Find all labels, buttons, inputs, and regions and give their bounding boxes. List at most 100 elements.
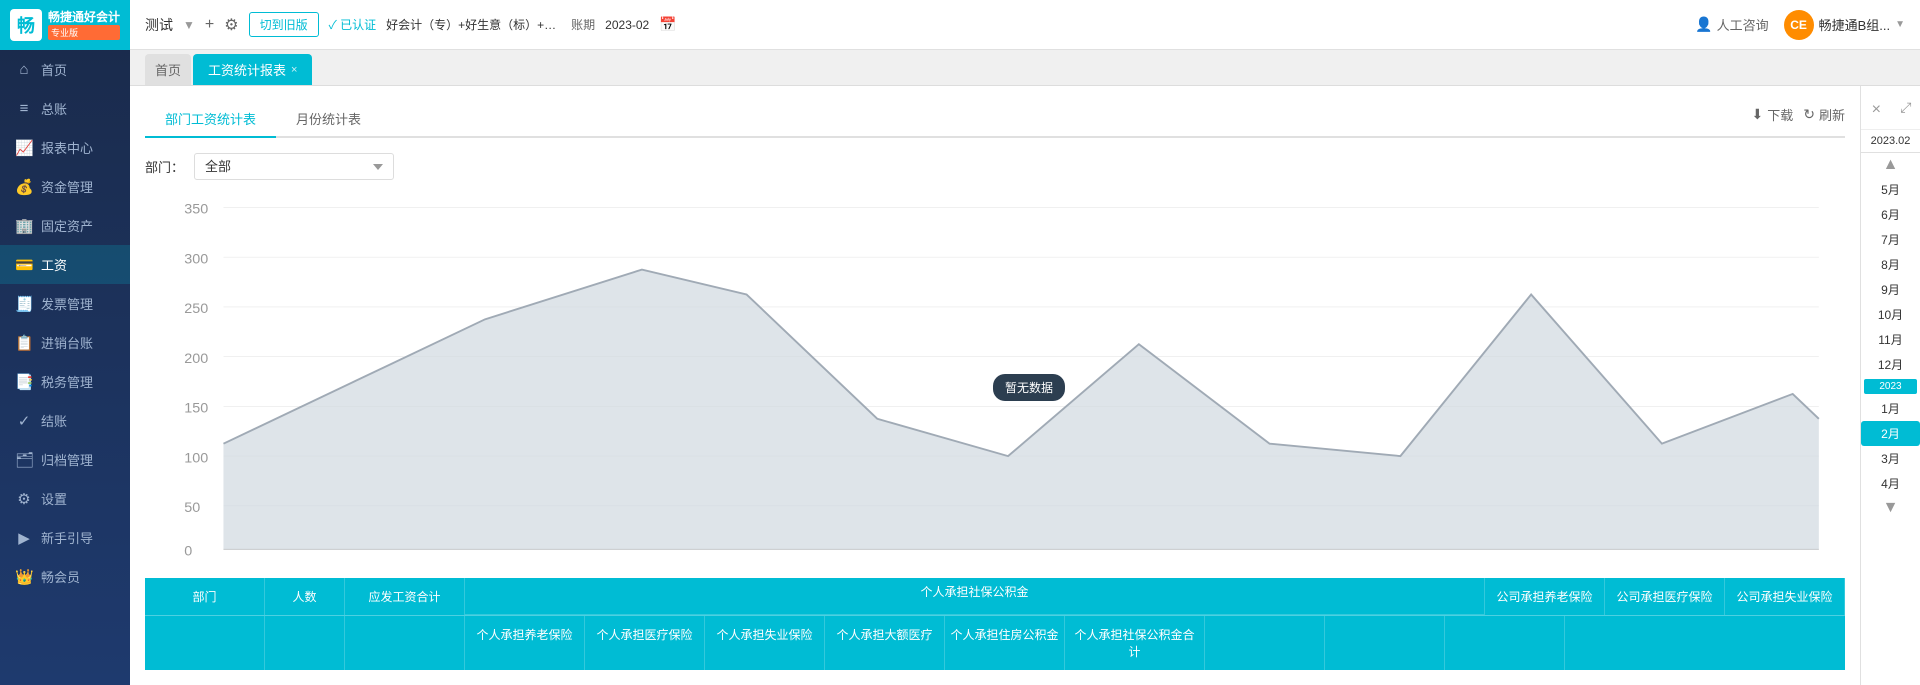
sidebar-label-fund: 资金管理 xyxy=(41,177,93,196)
dept-filter-select[interactable]: 全部 部门1 部门2 xyxy=(194,153,394,180)
panel-nav-down-button[interactable]: ▼ xyxy=(1861,496,1920,520)
panel-month-1[interactable]: 1月 xyxy=(1861,396,1920,421)
sidebar-item-archive[interactable]: 🗂 归档管理 xyxy=(0,440,130,479)
period-value: 2023-02 xyxy=(605,18,649,32)
user-initials: CE xyxy=(1790,18,1807,32)
panel-month-7[interactable]: 7月 xyxy=(1861,227,1920,252)
panel-nav-up-button[interactable]: ▲ xyxy=(1861,153,1920,177)
sidebar-item-member[interactable]: 👑 畅会员 xyxy=(0,557,130,596)
sidebar-label-asset: 固定资产 xyxy=(41,216,93,235)
panel-current-date: 2023.02 xyxy=(1861,130,1920,153)
topbar-right: 👤 人工咨询 CE 畅捷通B组... ▼ xyxy=(1695,10,1905,40)
switch-version-button[interactable]: 切到旧版 xyxy=(249,12,319,37)
sidebar-label-guide: 新手引导 xyxy=(41,528,93,547)
ai-help-icon: 👤 xyxy=(1695,16,1712,33)
tax-icon: 📑 xyxy=(15,373,33,391)
svg-text:250: 250 xyxy=(184,300,208,316)
panel-month-12[interactable]: 12月 xyxy=(1861,352,1920,377)
member-icon: 👑 xyxy=(15,568,33,586)
download-button[interactable]: ⬇ 下载 xyxy=(1752,105,1794,124)
tab-salary-label: 工资统计报表 xyxy=(208,60,286,79)
sidebar-item-asset[interactable]: 🏢 固定资产 xyxy=(0,206,130,245)
th-company-unemploy: 公司承担失业保险 xyxy=(1725,578,1845,615)
app-logo: 畅 畅捷通好会计 专业版 xyxy=(0,0,130,50)
add-button[interactable]: + xyxy=(205,16,214,34)
filter-row: 部门： 全部 部门1 部门2 xyxy=(145,153,1845,180)
panel-month-2[interactable]: 2月 xyxy=(1861,421,1920,446)
ai-help-button[interactable]: 👤 人工咨询 xyxy=(1695,15,1768,34)
right-panel: × ⤢ 2023.02 ▲ 5月 6月 7月 8月 9月 10月 11月 12月… xyxy=(1860,86,1920,685)
sidebar-label-archive: 归档管理 xyxy=(41,450,93,469)
th-dept2 xyxy=(145,616,265,670)
sidebar-item-sales[interactable]: 📋 进销台账 xyxy=(0,323,130,362)
panel-month-3[interactable]: 3月 xyxy=(1861,446,1920,471)
user-avatar: CE xyxy=(1784,10,1814,40)
tab-close-icon[interactable]: × xyxy=(291,64,297,76)
sidebar-label-checkout: 结账 xyxy=(41,411,67,430)
calendar-icon[interactable]: 📅 xyxy=(659,16,676,33)
sidebar-label-salary: 工资 xyxy=(41,255,67,274)
sidebar-item-checkout[interactable]: ✓ 结账 xyxy=(0,401,130,440)
panel-month-4[interactable]: 4月 xyxy=(1861,471,1920,496)
tabbar: 首页 工资统计报表 × xyxy=(130,50,1920,86)
svg-text:350: 350 xyxy=(184,201,208,217)
panel-close-button[interactable]: × xyxy=(1861,96,1892,124)
th-personal-total: 个人承担社保公积金合计 xyxy=(1065,616,1205,670)
th-group-personal: 个人承担社保公积金 xyxy=(465,578,1485,615)
settings-gear-button[interactable]: ⚙ xyxy=(224,15,238,35)
period-label: 账期 xyxy=(571,16,595,33)
th-dept: 部门 xyxy=(145,578,265,615)
sidebar-item-tax[interactable]: 📑 税务管理 xyxy=(0,362,130,401)
sidebar-item-home[interactable]: ⌂ 首页 xyxy=(0,50,130,89)
th-personal-unemploy: 个人承担失业保险 xyxy=(705,616,825,670)
sidebar-item-guide[interactable]: ▶ 新手引导 xyxy=(0,518,130,557)
sidebar-label-home: 首页 xyxy=(41,60,67,79)
refresh-label: 刷新 xyxy=(1819,105,1845,124)
report-icon: 📈 xyxy=(15,139,33,157)
panel-month-6[interactable]: 6月 xyxy=(1861,202,1920,227)
sidebar-item-salary[interactable]: 💳 工资 xyxy=(0,245,130,284)
th-count: 人数 xyxy=(265,578,345,615)
content-inner: 部门工资统计表 月份统计表 ⬇ 下载 ↻ 刷新 xyxy=(130,86,1860,685)
sidebar-item-report[interactable]: 📈 报表中心 xyxy=(0,128,130,167)
data-table: 部门 人数 应发工资合计 个人承担社保公积金 公司承担养老保险 公司承担医疗保险… xyxy=(145,578,1845,670)
sidebar-item-fund[interactable]: 💰 资金管理 xyxy=(0,167,130,206)
th-company-medical: 公司承担医疗保险 xyxy=(1605,578,1725,615)
panel-month-11[interactable]: 11月 xyxy=(1861,327,1920,352)
panel-month-9[interactable]: 9月 xyxy=(1861,277,1920,302)
tab-home-label: 首页 xyxy=(155,60,181,79)
guide-icon: ▶ xyxy=(15,529,33,547)
th-personal-big-medical: 个人承担大额医疗 xyxy=(825,616,945,670)
svg-text:200: 200 xyxy=(184,350,208,366)
sidebar-item-ledger[interactable]: ≡ 总账 xyxy=(0,89,130,128)
sidebar-item-invoice[interactable]: 🧾 发票管理 xyxy=(0,284,130,323)
svg-text:0: 0 xyxy=(184,543,192,559)
sales-icon: 📋 xyxy=(15,334,33,352)
tab-home[interactable]: 首页 xyxy=(145,54,191,85)
sidebar-label-sales: 进销台账 xyxy=(41,333,93,352)
checkout-icon: ✓ xyxy=(15,412,33,430)
panel-expand-button[interactable]: ⤢ xyxy=(1892,96,1920,124)
refresh-button[interactable]: ↻ 刷新 xyxy=(1803,105,1845,124)
tab-salary-report[interactable]: 工资统计报表 × xyxy=(193,54,312,85)
user-menu[interactable]: CE 畅捷通B组... ▼ xyxy=(1784,10,1905,40)
panel-month-5[interactable]: 5月 xyxy=(1861,177,1920,202)
subtabs: 部门工资统计表 月份统计表 ⬇ 下载 ↻ 刷新 xyxy=(145,101,1845,138)
refresh-icon: ↻ xyxy=(1803,106,1815,123)
sidebar-label-tax: 税务管理 xyxy=(41,372,93,391)
subtab-dept[interactable]: 部门工资统计表 xyxy=(145,101,276,138)
topbar: 测试 ▼ + ⚙ 切到旧版 ✓ 已认证 好会计（专）+好生意（标）+… 账期 2… xyxy=(130,0,1920,50)
th-personal-housing: 个人承担住房公积金 xyxy=(945,616,1065,670)
sidebar-item-settings[interactable]: ⚙ 设置 xyxy=(0,479,130,518)
dropdown-arrow[interactable]: ▼ xyxy=(183,18,195,32)
panel-month-10[interactable]: 10月 xyxy=(1861,302,1920,327)
th-company-medical2 xyxy=(1325,616,1445,670)
app-badge: 专业版 xyxy=(48,25,120,40)
svg-text:300: 300 xyxy=(184,251,208,267)
th-count2 xyxy=(265,616,345,670)
content-area: 部门工资统计表 月份统计表 ⬇ 下载 ↻ 刷新 xyxy=(130,86,1920,685)
panel-month-8[interactable]: 8月 xyxy=(1861,252,1920,277)
fund-icon: 💰 xyxy=(15,178,33,196)
subtab-monthly[interactable]: 月份统计表 xyxy=(276,101,381,138)
th-total: 应发工资合计 xyxy=(345,578,465,615)
